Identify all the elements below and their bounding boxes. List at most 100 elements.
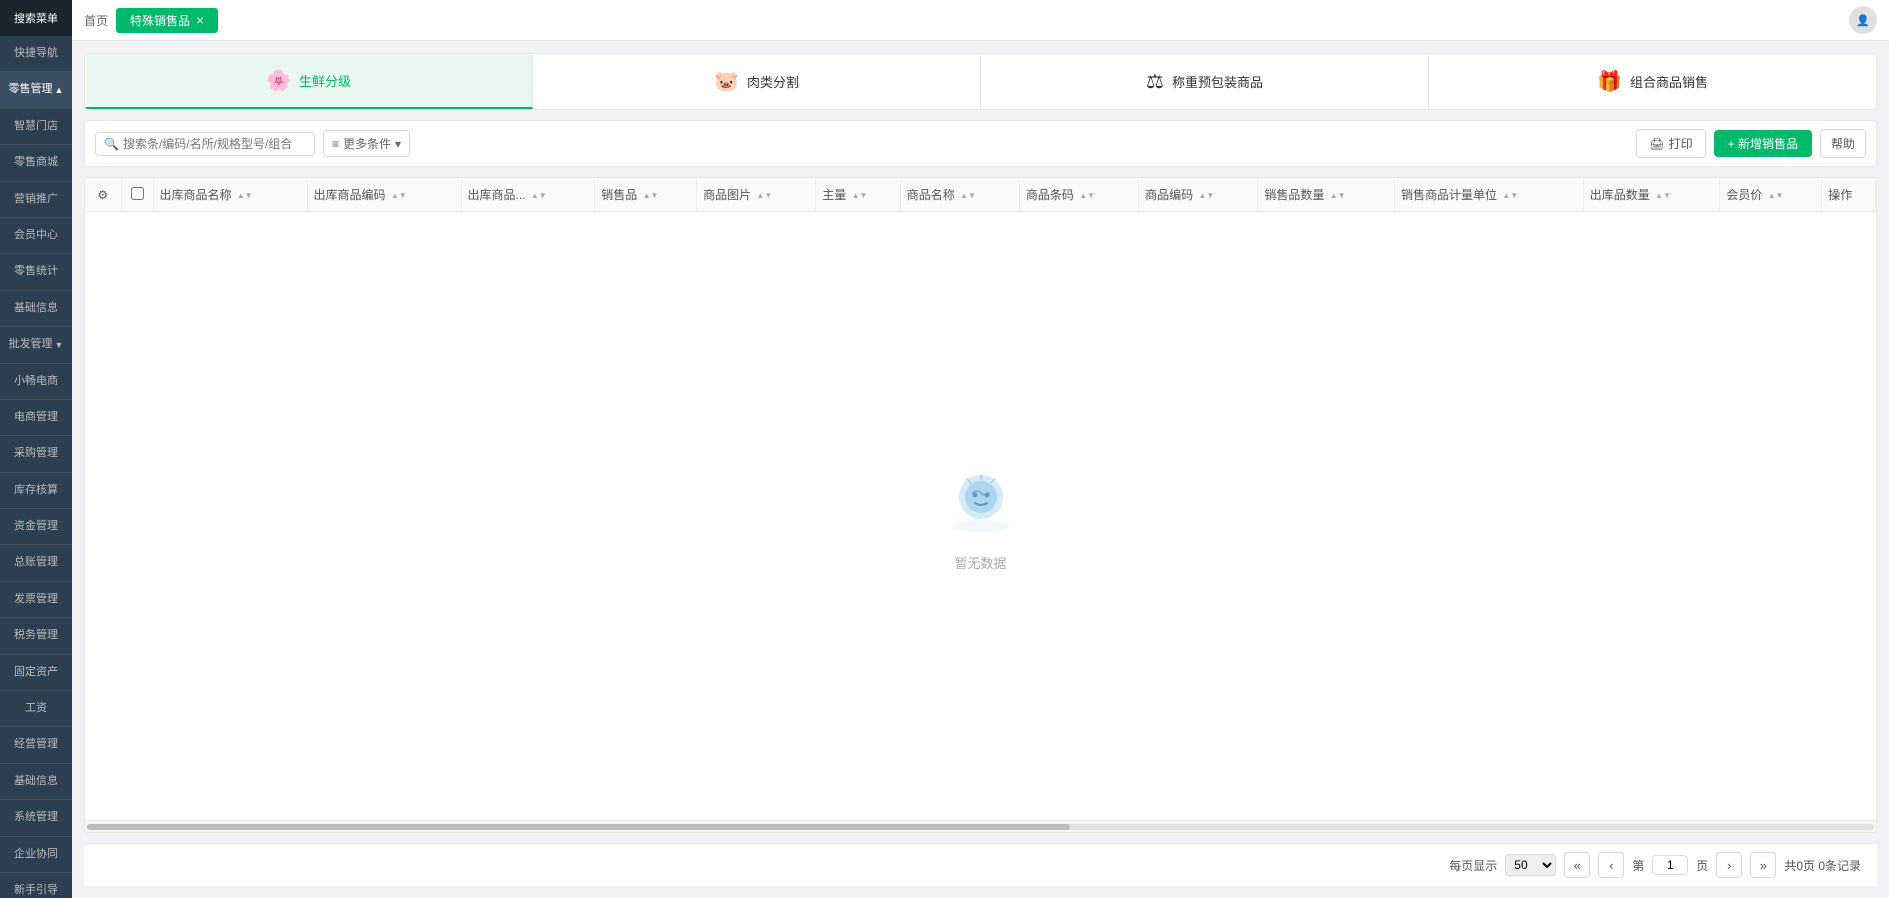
sidebar-item-ecommerce-mgmt[interactable]: 电商管理 [0, 400, 72, 436]
th-sale-product: 销售品 ▲▼ [595, 178, 697, 212]
sort-arrows-7[interactable]: ▲▼ [960, 192, 976, 200]
home-breadcrumb[interactable]: 首页 [84, 12, 108, 29]
sort-arrows-10[interactable]: ▲▼ [1330, 192, 1346, 200]
sidebar-item-retail-mgmt[interactable]: 零售管理 ▲ [0, 72, 72, 108]
sidebar-item-mini-ecommerce[interactable]: 小畅电商 [0, 364, 72, 400]
sidebar-logo: 搜索菜单 [0, 0, 72, 36]
sort-arrows-8[interactable]: ▲▼ [1079, 192, 1095, 200]
sidebar-item-invoice-mgmt[interactable]: 发票管理 [0, 582, 72, 618]
sidebar-item-fixed-assets[interactable]: 固定资产 [0, 655, 72, 691]
fresh-grading-icon: 🌸 [266, 68, 291, 93]
page-content: 🌸 生鲜分级 🐷 肉类分割 ⚖ 称重预包装商品 🎁 组合商品销售 🔍 [72, 41, 1889, 898]
avatar: 👤 [1849, 6, 1877, 34]
th-main-weight: 主量 ▲▼ [816, 178, 900, 212]
horizontal-scrollbar[interactable] [85, 820, 1876, 832]
arrow-icon-2: ▼ [55, 339, 64, 352]
sort-arrows[interactable]: ▲▼ [237, 192, 253, 200]
help-button[interactable]: 帮助 [1820, 129, 1866, 158]
sidebar-item-sales-promo[interactable]: 营销推广 [0, 182, 72, 218]
sidebar-item-wholesale-mgmt[interactable]: 批发管理 ▼ [0, 327, 72, 363]
sidebar-item-tax-mgmt[interactable]: 税务管理 [0, 618, 72, 654]
sidebar-item-smart-store[interactable]: 智慧门店 [0, 109, 72, 145]
main-content: 首页 特殊销售品 × 👤 🌸 生鲜分级 🐷 肉类分割 ⚖ 称重预包装商品 [72, 0, 1889, 898]
sidebar-item-member-center[interactable]: 会员中心 [0, 218, 72, 254]
next-page-button[interactable]: › [1716, 852, 1742, 878]
sidebar-item-ops-mgmt[interactable]: 经营管理 [0, 727, 72, 763]
sidebar: 搜索菜单 快捷导航 零售管理 ▲ 智慧门店 零售商城 营销推广 会员中心 零售统… [0, 0, 72, 898]
pagination: 每页显示 50 100 200 « ‹ 第 页 › » 共0页 0条记录 [84, 843, 1877, 886]
th-out-product-code: 出库商品编码 ▲▼ [307, 178, 461, 212]
sort-arrows-13[interactable]: ▲▼ [1768, 192, 1784, 200]
prev-page-icon: ‹ [1609, 858, 1613, 873]
sidebar-item-retail-mall[interactable]: 零售商城 [0, 145, 72, 181]
add-product-button[interactable]: + 新增销售品 [1714, 130, 1812, 157]
first-page-button[interactable]: « [1564, 852, 1590, 878]
sidebar-item-retail-stats[interactable]: 零售统计 [0, 254, 72, 290]
select-all-checkbox[interactable] [131, 187, 144, 200]
sort-arrows-3[interactable]: ▲▼ [531, 192, 547, 200]
sidebar-item-quick-nav[interactable]: 快捷导航 [0, 36, 72, 72]
empty-icon [941, 461, 1021, 541]
last-page-button[interactable]: » [1750, 852, 1776, 878]
filter-label: 更多条件 [343, 135, 391, 152]
scrollbar-thumb [87, 824, 1070, 830]
print-button[interactable]: 🖨 打印 [1636, 129, 1705, 158]
product-table: ⚙ 出库商品名称 ▲▼ 出库商品编码 ▲▼ [85, 178, 1876, 212]
sort-arrows-2[interactable]: ▲▼ [391, 192, 407, 200]
th-checkbox[interactable] [121, 178, 153, 212]
sidebar-item-wages[interactable]: 工资 [0, 691, 72, 727]
th-member-price: 会员价 ▲▼ [1720, 178, 1822, 212]
empty-state: 暂无数据 [85, 212, 1876, 820]
page-number-input[interactable] [1652, 855, 1688, 875]
printer-icon: 🖨 [1649, 137, 1664, 151]
per-page-select[interactable]: 50 100 200 [1505, 854, 1556, 876]
tab-meat-cutting[interactable]: 🐷 肉类分割 [533, 54, 981, 109]
page-label: 第 [1632, 857, 1644, 874]
sidebar-item-basic-info2[interactable]: 基础信息 [0, 764, 72, 800]
sort-arrows-5[interactable]: ▲▼ [756, 192, 772, 200]
last-page-icon: » [1760, 858, 1767, 873]
filter-button[interactable]: ≡ 更多条件 ▾ [323, 130, 410, 157]
sort-arrows-9[interactable]: ▲▼ [1198, 192, 1214, 200]
topbar: 首页 特殊销售品 × 👤 [72, 0, 1889, 41]
filter-arrow-icon: ▾ [395, 137, 401, 151]
th-sale-unit: 销售商品计量单位 ▲▼ [1394, 178, 1583, 212]
prev-page-button[interactable]: ‹ [1598, 852, 1624, 878]
th-out-qty: 出库品数量 ▲▼ [1583, 178, 1720, 212]
tab-combo-sales[interactable]: 🎁 组合商品销售 [1429, 54, 1876, 109]
filter-icon: ≡ [332, 137, 339, 151]
th-out-product-name: 出库商品名称 ▲▼ [153, 178, 307, 212]
tab-fresh-grading[interactable]: 🌸 生鲜分级 [85, 54, 533, 109]
th-gear[interactable]: ⚙ [85, 178, 121, 212]
sidebar-item-sys-mgmt[interactable]: 系统管理 [0, 800, 72, 836]
weight-prepack-icon: ⚖ [1146, 69, 1164, 94]
combo-sales-icon: 🎁 [1597, 69, 1622, 94]
sidebar-item-new-user[interactable]: 新手引导 [0, 873, 72, 898]
arrow-icon: ▲ [55, 84, 64, 97]
th-sale-qty: 销售品数量 ▲▼ [1258, 178, 1395, 212]
topbar-right: 👤 [1849, 6, 1877, 34]
search-input[interactable] [123, 137, 303, 151]
next-page-icon: › [1727, 858, 1731, 873]
search-box[interactable]: 🔍 [95, 132, 315, 156]
sort-arrows-4[interactable]: ▲▼ [643, 192, 659, 200]
active-tab[interactable]: 特殊销售品 × [116, 8, 218, 33]
first-page-icon: « [1574, 858, 1581, 873]
th-product-name: 商品名称 ▲▼ [900, 178, 1019, 212]
sidebar-item-capital-mgmt[interactable]: 资金管理 [0, 509, 72, 545]
sidebar-item-purchase-mgmt[interactable]: 采购管理 [0, 436, 72, 472]
empty-text: 暂无数据 [954, 553, 1006, 572]
meat-cutting-icon: 🐷 [714, 69, 739, 94]
sort-arrows-12[interactable]: ▲▼ [1655, 192, 1671, 200]
toolbar-right: 🖨 打印 + 新增销售品 帮助 [1636, 129, 1866, 158]
sidebar-item-inventory[interactable]: 库存核算 [0, 473, 72, 509]
tab-weight-prepack[interactable]: ⚖ 称重预包装商品 [981, 54, 1429, 109]
sidebar-item-corp-agreement[interactable]: 企业协同 [0, 837, 72, 873]
category-tabs: 🌸 生鲜分级 🐷 肉类分割 ⚖ 称重预包装商品 🎁 组合商品销售 [84, 53, 1877, 110]
sidebar-item-basic-info[interactable]: 基础信息 [0, 291, 72, 327]
per-page-label: 每页显示 [1449, 857, 1497, 874]
sort-arrows-6[interactable]: ▲▼ [852, 192, 868, 200]
sidebar-item-ledger-mgmt[interactable]: 总账管理 [0, 545, 72, 581]
close-tab-icon[interactable]: × [196, 13, 204, 27]
sort-arrows-11[interactable]: ▲▼ [1502, 192, 1518, 200]
